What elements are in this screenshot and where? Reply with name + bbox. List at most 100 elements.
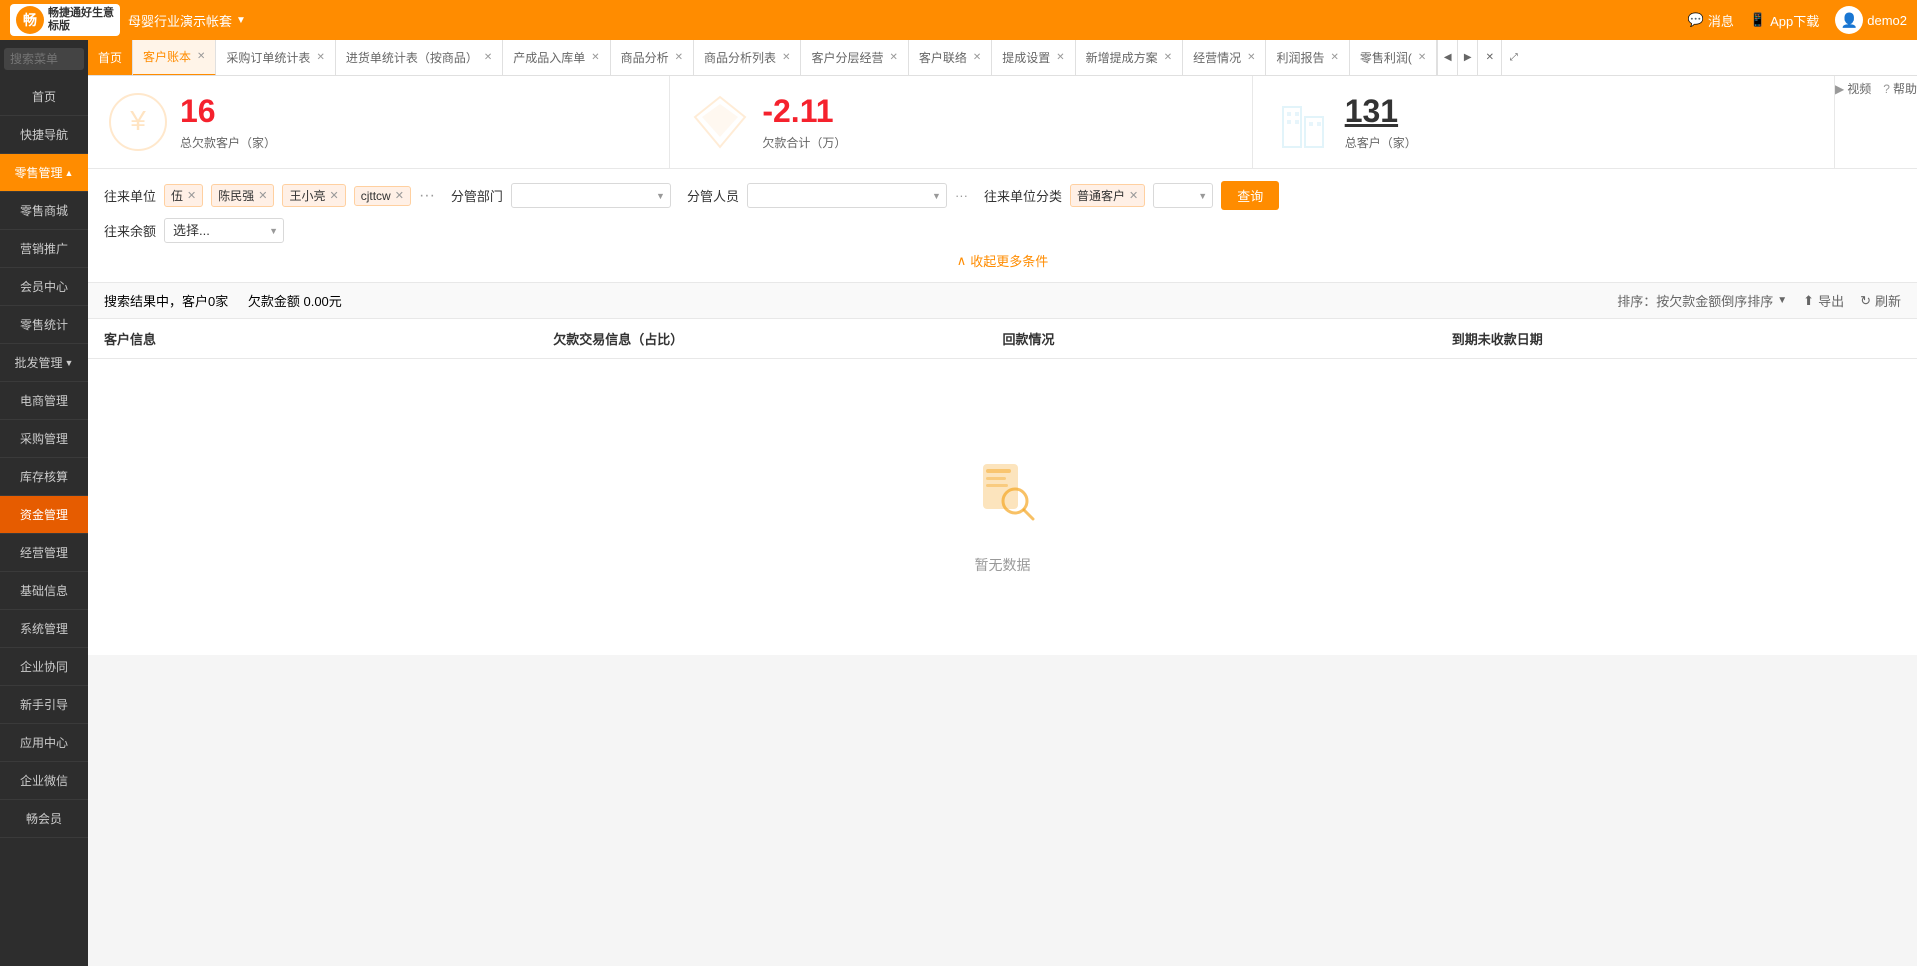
sidebar-item-basic[interactable]: 基础信息: [0, 572, 88, 610]
filter-tag-wang-remove[interactable]: ✕: [330, 189, 339, 202]
tab-nav-right[interactable]: ▶: [1457, 40, 1477, 76]
stat-card-debt: -2.11 欠款合计（万）: [670, 76, 1252, 168]
avatar: 👤: [1835, 6, 1863, 34]
sidebar-item-wholesale[interactable]: 批发管理 ▼: [0, 344, 88, 382]
sidebar-item-inventory[interactable]: 库存核算: [0, 458, 88, 496]
tab-add-commission-close[interactable]: ✕: [1164, 52, 1172, 63]
tab-add-commission-label: 新增提成方案: [1086, 49, 1158, 66]
help-btn[interactable]: ? 帮助: [1883, 80, 1917, 97]
sidebar-item-appcenter[interactable]: 应用中心: [0, 724, 88, 762]
sidebar-item-finance[interactable]: 资金管理: [0, 496, 88, 534]
tab-product-receipt-label: 产成品入库单: [513, 49, 585, 66]
refresh-icon: ↻: [1860, 293, 1871, 309]
filter-tag-chen-remove[interactable]: ✕: [258, 189, 267, 202]
tab-goods-analysis-list[interactable]: 商品分析列表 ✕: [694, 40, 801, 76]
sidebar-item-marketing[interactable]: 营销推广: [0, 230, 88, 268]
sidebar-item-retail[interactable]: 零售管理 ▲: [0, 154, 88, 192]
video-icon: ▶: [1835, 82, 1844, 96]
sidebar-item-home[interactable]: 首页: [0, 78, 88, 116]
stat-info-total: 131 总客户（家）: [1345, 93, 1814, 151]
tab-operations[interactable]: 经营情况 ✕: [1183, 40, 1266, 76]
tab-commission-setting[interactable]: 提成设置 ✕: [992, 40, 1075, 76]
empty-state: 暂无数据: [88, 359, 1917, 655]
sidebar-item-operations[interactable]: 经营管理: [0, 534, 88, 572]
tab-nav-left[interactable]: ◀: [1437, 40, 1457, 76]
tab-home[interactable]: 首页: [88, 40, 133, 76]
stat-card-total: 131 总客户（家）: [1253, 76, 1835, 168]
person-more-btn[interactable]: ···: [955, 188, 968, 203]
tab-customer-layer-label: 客户分层经营: [811, 49, 883, 66]
user-profile-btn[interactable]: 👤 demo2: [1835, 6, 1907, 34]
tab-goods-analysis-close[interactable]: ✕: [675, 52, 683, 63]
tab-profit-report[interactable]: 利润报告 ✕: [1266, 40, 1349, 76]
table-header: 客户信息 欠款交易信息（占比） 回款情况 到期未收款日期: [88, 319, 1917, 359]
unit-class-label: 往来单位分类: [984, 186, 1062, 205]
more-tags-btn[interactable]: ···: [419, 187, 435, 205]
sidebar-item-retailmall[interactable]: 零售商城: [0, 192, 88, 230]
tab-stock-stat[interactable]: 进货单统计表（按商品） ✕: [336, 40, 503, 76]
tab-retail-profit[interactable]: 零售利润( ✕: [1350, 40, 1437, 76]
dept-select[interactable]: [511, 183, 671, 208]
stat-value-total: 131: [1345, 93, 1814, 130]
sidebar-item-wechat[interactable]: 企业微信: [0, 762, 88, 800]
tab-home-label: 首页: [98, 49, 122, 66]
video-btn[interactable]: ▶ 视频: [1835, 80, 1871, 97]
tab-customer-layer[interactable]: 客户分层经营 ✕: [801, 40, 908, 76]
tab-goods-analysis[interactable]: 商品分析 ✕: [611, 40, 694, 76]
export-btn[interactable]: ⬆ 导出: [1803, 291, 1844, 310]
tab-stock-stat-close[interactable]: ✕: [484, 52, 492, 63]
collapse-btn[interactable]: ∧ 收起更多条件: [957, 251, 1049, 270]
sidebar-item-newguide[interactable]: 新手引导: [0, 686, 88, 724]
person-select[interactable]: [747, 183, 947, 208]
building-icon: [1273, 92, 1333, 152]
content-area: 首页 客户账本 ✕ 采购订单统计表 ✕ 进货单统计表（按商品） ✕ 产成品入库单…: [88, 40, 1917, 966]
tab-retail-profit-close[interactable]: ✕: [1418, 52, 1426, 63]
sidebar-item-purchase[interactable]: 采购管理: [0, 420, 88, 458]
tab-operations-close[interactable]: ✕: [1247, 52, 1255, 63]
refresh-btn[interactable]: ↻ 刷新: [1860, 291, 1901, 310]
col-header-customer: 客户信息: [104, 329, 553, 348]
filter-tag-cjttcw-remove[interactable]: ✕: [395, 189, 404, 202]
tab-customer-ledger-close[interactable]: ✕: [197, 51, 205, 62]
message-icon: 💬: [1688, 12, 1704, 28]
tab-product-receipt-close[interactable]: ✕: [591, 52, 599, 63]
app-download-btn[interactable]: 📱 App下载: [1750, 11, 1819, 30]
search-result-bar: 搜索结果中，客户0家 欠款金额 0.00元 排序：按欠款金额倒序排序 ▼ ⬆ 导…: [88, 283, 1917, 319]
store-chevron-icon[interactable]: ▼: [236, 15, 246, 26]
message-btn[interactable]: 💬 消息: [1688, 11, 1734, 30]
tab-customer-ledger[interactable]: 客户账本 ✕: [133, 40, 216, 76]
filter-tag-wu-remove[interactable]: ✕: [187, 189, 196, 202]
sidebar-item-enterprise[interactable]: 企业协同: [0, 648, 88, 686]
tab-purchase-order-close[interactable]: ✕: [316, 52, 324, 63]
tab-customer-contact[interactable]: 客户联络 ✕: [909, 40, 992, 76]
tab-expand[interactable]: ⤢: [1501, 40, 1525, 76]
tab-goods-analysis-label: 商品分析: [621, 49, 669, 66]
tab-customer-contact-label: 客户联络: [919, 49, 967, 66]
tab-retail-profit-label: 零售利润(: [1360, 49, 1412, 66]
tab-customer-layer-close[interactable]: ✕: [889, 52, 897, 63]
col-header-debt: 欠款交易信息（占比）: [553, 329, 1002, 348]
tab-customer-contact-close[interactable]: ✕: [973, 52, 981, 63]
person-label: 分管人员: [687, 186, 739, 205]
tab-close-all[interactable]: ✕: [1477, 40, 1501, 76]
tab-profit-report-close[interactable]: ✕: [1331, 52, 1339, 63]
sidebar-item-retailstat[interactable]: 零售统计: [0, 306, 88, 344]
sort-btn[interactable]: 排序：按欠款金额倒序排序 ▼: [1617, 291, 1787, 310]
tab-commission-setting-close[interactable]: ✕: [1056, 52, 1064, 63]
sidebar-item-ecommerce[interactable]: 电商管理: [0, 382, 88, 420]
tab-goods-analysis-list-close[interactable]: ✕: [782, 52, 790, 63]
tab-add-commission[interactable]: 新增提成方案 ✕: [1076, 40, 1183, 76]
balance-select[interactable]: 选择...: [164, 218, 284, 243]
sidebar-item-system[interactable]: 系统管理: [0, 610, 88, 648]
tab-purchase-order[interactable]: 采购订单统计表 ✕: [216, 40, 335, 76]
dept-label: 分管部门: [451, 186, 503, 205]
sidebar-item-quicknav[interactable]: 快捷导航: [0, 116, 88, 154]
sidebar-item-changhui[interactable]: 畅会员: [0, 800, 88, 838]
unit-class-select[interactable]: [1153, 183, 1213, 208]
filter-tag-ordinary-remove[interactable]: ✕: [1129, 189, 1138, 202]
tab-product-receipt[interactable]: 产成品入库单 ✕: [503, 40, 610, 76]
query-button[interactable]: 查询: [1221, 181, 1279, 210]
logo-box: 畅 畅捷通好生意 标版: [10, 4, 120, 36]
sidebar-item-members[interactable]: 会员中心: [0, 268, 88, 306]
search-input[interactable]: [4, 48, 84, 70]
